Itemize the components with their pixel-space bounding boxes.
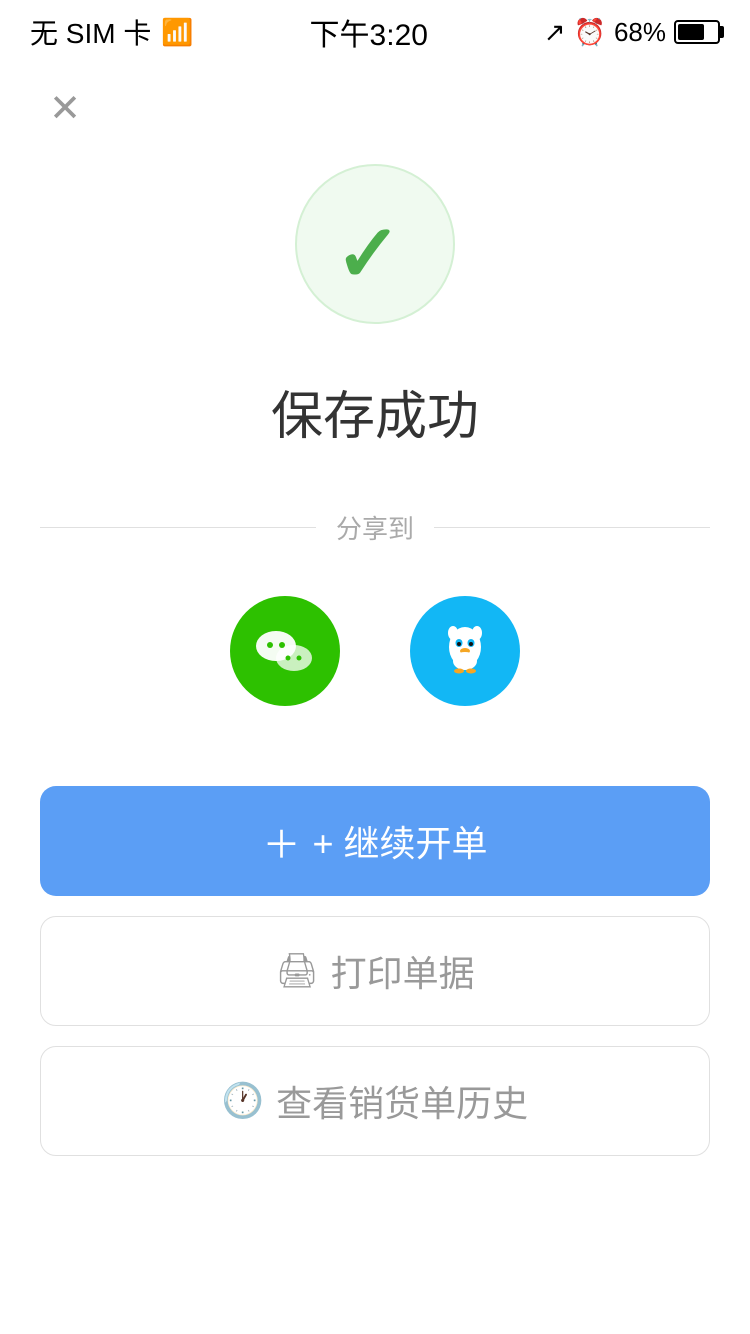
history-button[interactable]: 🕐 查看销货单历史 (40, 1046, 710, 1156)
success-circle (295, 164, 455, 324)
close-button[interactable]: ✕ (40, 84, 90, 134)
print-button[interactable]: 🖨 打印单据 (40, 916, 710, 1026)
checkmark-icon (335, 214, 415, 274)
continue-order-label: + 继续开单 (312, 815, 487, 867)
continue-order-button[interactable]: ＋ + 继续开单 (40, 786, 710, 896)
history-icon: 🕐 (222, 1081, 264, 1121)
close-icon: ✕ (49, 90, 81, 128)
share-icons-row (230, 596, 520, 706)
location-icon: ↗ (544, 17, 566, 48)
history-label: 查看销货单历史 (276, 1075, 528, 1127)
share-divider: 分享到 (40, 509, 710, 546)
battery-percent: 68% (614, 17, 666, 48)
status-left: 无 SIM 卡 📶 (30, 12, 194, 52)
no-sim-text: 无 SIM 卡 (30, 12, 151, 52)
divider-right (434, 527, 710, 528)
wechat-icon (250, 616, 320, 686)
action-buttons: ＋ + 继续开单 🖨 打印单据 🕐 查看销货单历史 (40, 786, 710, 1156)
success-title: 保存成功 (271, 374, 479, 449)
wifi-icon: 📶 (161, 17, 193, 48)
share-label: 分享到 (336, 509, 414, 546)
plus-icon: ＋ (262, 814, 300, 869)
divider-left (40, 527, 316, 528)
success-area: 保存成功 分享到 (40, 64, 710, 1156)
wechat-share-button[interactable] (230, 596, 340, 706)
qq-share-button[interactable] (410, 596, 520, 706)
main-content: ✕ 保存成功 分享到 (0, 64, 750, 1156)
print-icon: 🖨 (275, 951, 318, 991)
alarm-icon: ⏰ (574, 17, 606, 48)
status-bar: 无 SIM 卡 📶 下午3:20 ↗ ⏰ 68% (0, 0, 750, 64)
battery-icon (674, 20, 720, 44)
status-time: 下午3:20 (310, 10, 428, 54)
qq-icon (433, 619, 498, 684)
status-right: ↗ ⏰ 68% (544, 17, 720, 48)
print-label: 打印单据 (331, 945, 475, 997)
